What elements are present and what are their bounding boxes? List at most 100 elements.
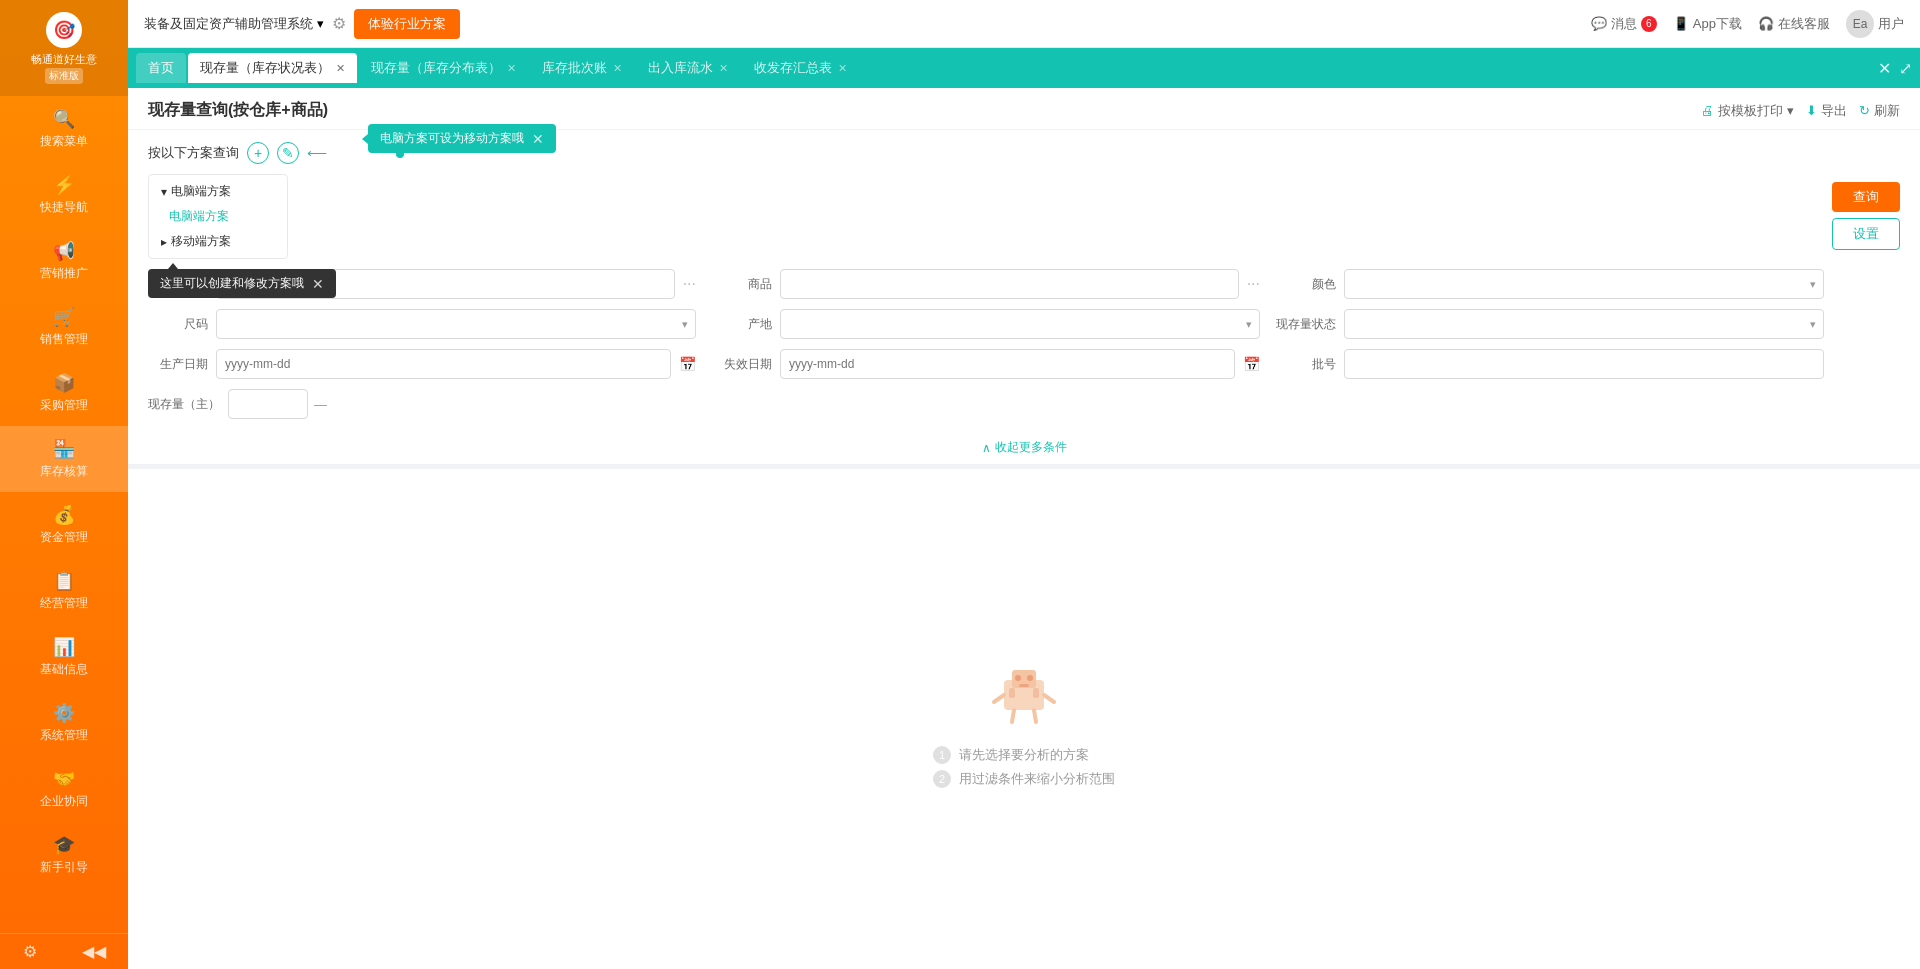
color-select[interactable]: [1344, 269, 1824, 299]
refresh-button[interactable]: ↻ 刷新: [1859, 102, 1900, 120]
prod-date-input[interactable]: [216, 349, 671, 379]
tab-close-icon[interactable]: ✕: [719, 62, 728, 75]
page-content: 现存量查询(按仓库+商品) 🖨 按模板打印 ▾ ⬇ 导出 ↻ 刷新: [128, 88, 1920, 969]
batch-input[interactable]: [1344, 349, 1824, 379]
svg-line-5: [994, 695, 1004, 702]
empty-tip-2: 2 用过滤条件来缩小分析范围: [933, 770, 1115, 788]
export-button[interactable]: ⬇ 导出: [1806, 102, 1847, 120]
svg-rect-10: [1033, 688, 1039, 698]
goods-input[interactable]: [780, 269, 1239, 299]
expire-date-calendar-icon[interactable]: 📅: [1243, 356, 1260, 372]
tab-home[interactable]: 首页: [136, 53, 186, 83]
sidebar-item-label: 快捷导航: [40, 199, 88, 216]
svg-line-8: [1034, 710, 1036, 722]
user-action[interactable]: Ea 用户: [1846, 10, 1904, 38]
svg-line-6: [1044, 695, 1054, 702]
svg-rect-4: [1019, 684, 1029, 687]
sidebar-item-system[interactable]: ⚙️ 系统管理: [0, 690, 128, 756]
dropdown-arrow-icon: ▾: [317, 16, 324, 31]
scheme-pc-toggle[interactable]: ▾ 电脑端方案: [149, 179, 287, 204]
collapse-sidebar-icon[interactable]: ◀◀: [82, 942, 106, 961]
app-logo-icon: 🎯: [46, 12, 82, 48]
sidebar-item-nav[interactable]: ⚡ 快捷导航: [0, 162, 128, 228]
system-title-dropdown[interactable]: 装备及固定资产辅助管理系统 ▾: [144, 15, 324, 33]
settings-icon[interactable]: ⚙: [332, 14, 346, 33]
sidebar-item-label: 采购管理: [40, 397, 88, 414]
tab-close-icon[interactable]: ✕: [336, 62, 345, 75]
user-label: 用户: [1878, 15, 1904, 33]
tab-close-icon[interactable]: ✕: [838, 62, 847, 75]
origin-select[interactable]: [780, 309, 1260, 339]
edit-tooltip-close[interactable]: ✕: [312, 276, 324, 292]
expire-date-input[interactable]: [780, 349, 1235, 379]
finance-icon: 💰: [53, 504, 75, 526]
trial-button[interactable]: 体验行业方案: [354, 9, 460, 39]
filter-add-button[interactable]: +: [247, 142, 269, 164]
scheme-mobile-label: 移动端方案: [171, 233, 231, 250]
tab-fullscreen-icon[interactable]: ⤢: [1899, 59, 1912, 78]
collapse-button[interactable]: ∧ 收起更多条件: [128, 431, 1920, 464]
stock-status-label: 现存量状态: [1276, 316, 1336, 333]
empty-tip-1: 1 请先选择要分析的方案: [933, 746, 1115, 764]
divider: [128, 464, 1920, 465]
batch-label: 批号: [1276, 356, 1336, 373]
filter-row-prod-date: 生产日期 📅: [148, 349, 696, 379]
sidebar-item-sales[interactable]: 🛒 销售管理: [0, 294, 128, 360]
tab-close-icon[interactable]: ✕: [507, 62, 516, 75]
sidebar-item-marketing[interactable]: 📢 营销推广: [0, 228, 128, 294]
filter-row-stock-status: 现存量状态: [1276, 309, 1824, 339]
filter-arrow-left-icon[interactable]: ⟵: [307, 145, 327, 161]
range-sep: —: [314, 397, 327, 412]
print-button[interactable]: 🖨 按模板打印 ▾: [1701, 102, 1794, 120]
tab-stock-dist[interactable]: 现存量（库存分布表） ✕: [359, 53, 528, 83]
message-action[interactable]: 💬 消息 6: [1591, 15, 1657, 33]
tab-close-icon[interactable]: ✕: [613, 62, 622, 75]
sidebar-item-guide[interactable]: 🎓 新手引导: [0, 822, 128, 888]
edit-tooltip-text: 这里可以创建和修改方案哦: [160, 275, 304, 292]
avatar: Ea: [1846, 10, 1874, 38]
online-service-action[interactable]: 🎧 在线客服: [1758, 15, 1830, 33]
tab-stock-status[interactable]: 现存量（库存状况表） ✕: [188, 53, 357, 83]
sales-icon: 🛒: [53, 306, 75, 328]
warehouse-dots[interactable]: ···: [683, 275, 696, 293]
sidebar-item-label: 库存核算: [40, 463, 88, 480]
search-button[interactable]: 查询: [1832, 182, 1900, 212]
goods-label: 商品: [712, 276, 772, 293]
tab-inout[interactable]: 出入库流水 ✕: [636, 53, 740, 83]
color-label: 颜色: [1276, 276, 1336, 293]
sidebar-item-operation[interactable]: 📋 经营管理: [0, 558, 128, 624]
header-left: 装备及固定资产辅助管理系统 ▾ ⚙ 体验行业方案: [144, 9, 460, 39]
sidebar-item-purchase[interactable]: 📦 采购管理: [0, 360, 128, 426]
sidebar-item-basic[interactable]: 📊 基础信息: [0, 624, 128, 690]
filter-edit-button[interactable]: ✎: [277, 142, 299, 164]
scheme-mobile-toggle[interactable]: ▸ 移动端方案: [149, 229, 287, 254]
stock-status-select[interactable]: [1344, 309, 1824, 339]
tab-close-all-icon[interactable]: ✕: [1878, 59, 1891, 78]
sidebar-logo: 🎯 畅通道好生意 标准版: [0, 0, 128, 96]
scheme-tooltip-close[interactable]: ✕: [532, 131, 544, 147]
sidebar-item-finance[interactable]: 💰 资金管理: [0, 492, 128, 558]
size-select[interactable]: [216, 309, 696, 339]
tab-batch[interactable]: 库存批次账 ✕: [530, 53, 634, 83]
tab-bar: 首页 现存量（库存状况表） ✕ 现存量（库存分布表） ✕ 库存批次账 ✕ 出入库…: [128, 48, 1920, 88]
tip-text-2: 用过滤条件来缩小分析范围: [959, 770, 1115, 788]
filter-row-stock-main: 现存量（主） —: [148, 389, 696, 419]
tab-collect[interactable]: 收发存汇总表 ✕: [742, 53, 859, 83]
operation-icon: 📋: [53, 570, 75, 592]
app-download-action[interactable]: 📱 App下载: [1673, 15, 1742, 33]
filter-main: 按以下方案查询 + ✎ ⟵ 电脑方案可设为移动方案哦 ✕: [148, 142, 1824, 419]
reset-button[interactable]: 设置: [1832, 218, 1900, 250]
message-icon: 💬: [1591, 16, 1607, 31]
prod-date-calendar-icon[interactable]: 📅: [679, 356, 696, 372]
filter-header: 按以下方案查询 + ✎ ⟵ 电脑方案可设为移动方案哦 ✕: [148, 142, 1824, 164]
sidebar-item-inventory[interactable]: 🏪 库存核算: [0, 426, 128, 492]
goods-dots[interactable]: ···: [1247, 275, 1260, 293]
scheme-list: ▾ 电脑端方案 电脑端方案 ▸ 移动端方案: [148, 174, 288, 259]
svg-point-2: [1015, 675, 1021, 681]
tip-num-1: 1: [933, 746, 951, 764]
stock-min-input[interactable]: [228, 389, 308, 419]
settings-bottom-icon[interactable]: ⚙: [23, 942, 37, 961]
sidebar-item-enterprise[interactable]: 🤝 企业协同: [0, 756, 128, 822]
scheme-pc-item[interactable]: 电脑端方案: [149, 204, 287, 229]
sidebar-item-search[interactable]: 🔍 搜索菜单: [0, 96, 128, 162]
